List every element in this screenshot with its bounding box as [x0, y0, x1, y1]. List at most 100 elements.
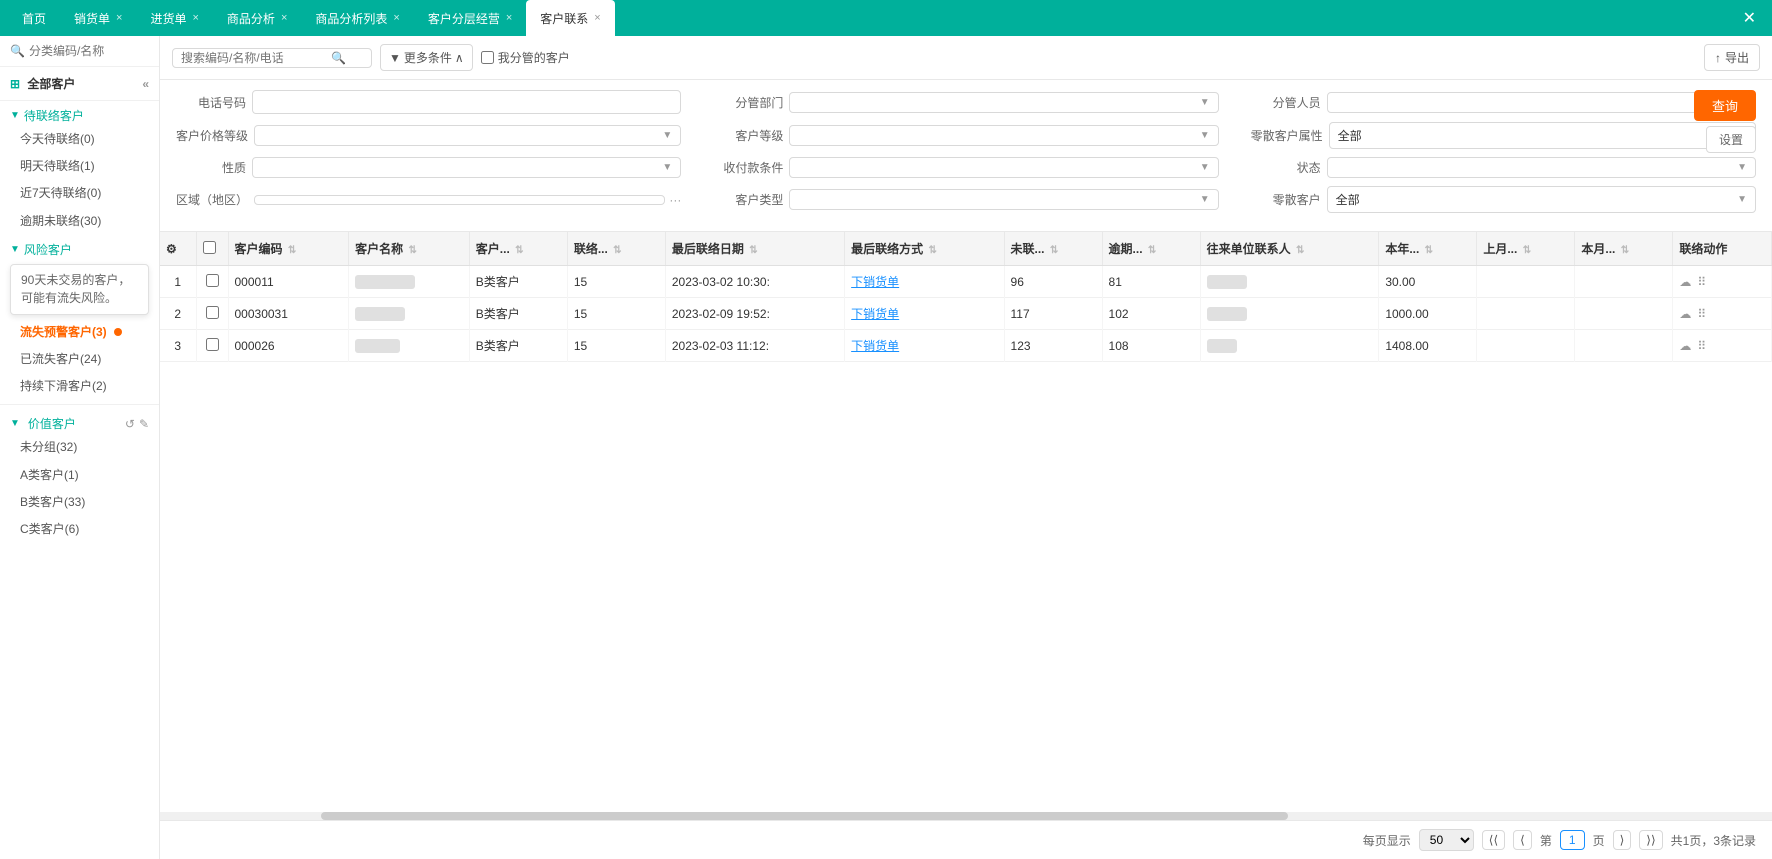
- next-page-button[interactable]: ⟩: [1613, 830, 1632, 850]
- sidebar-item-7days[interactable]: 近7天待联络(0): [0, 180, 159, 207]
- sidebar-item-a-class[interactable]: A类客户(1): [0, 462, 159, 489]
- sort-icon-not-contacted: ⇅: [1050, 245, 1058, 256]
- settings-button[interactable]: 设置: [1706, 126, 1756, 153]
- sidebar-search-input[interactable]: [29, 44, 160, 58]
- window-close-button[interactable]: ✕: [1735, 4, 1764, 32]
- phone-input[interactable]: [252, 90, 681, 114]
- th-last-contact-date[interactable]: 最后联络日期 ⇅: [665, 232, 844, 266]
- tab-purchase-close[interactable]: ×: [192, 12, 198, 24]
- row-last-month: [1477, 266, 1575, 298]
- tab-product-list-close[interactable]: ×: [393, 12, 399, 24]
- risk-tooltip: 90天未交易的客户，可能有流失风险。: [10, 264, 149, 315]
- action-chat-icon[interactable]: ☁: [1679, 307, 1691, 321]
- sidebar-item-churned[interactable]: 已流失客户(24): [0, 346, 159, 373]
- th-code[interactable]: 客户编码 ⇅: [228, 232, 349, 266]
- tab-customer-layer-close[interactable]: ×: [506, 12, 512, 24]
- customer-grade-select[interactable]: ▼: [789, 125, 1218, 146]
- collapse-icon[interactable]: «: [142, 77, 149, 91]
- tab-sales-close[interactable]: ×: [116, 12, 122, 24]
- row-company-contacts: [1200, 298, 1379, 330]
- region-select[interactable]: [254, 195, 665, 205]
- row-contacts: 15: [567, 298, 665, 330]
- tab-customer-contact[interactable]: 客户联系 ×: [526, 0, 614, 36]
- settings-icon[interactable]: ⚙: [166, 242, 177, 256]
- row-last-contact-method[interactable]: 下销货单: [845, 298, 1004, 330]
- sidebar-item-b-class[interactable]: B类客户(33): [0, 489, 159, 516]
- row-code: 000011: [228, 266, 349, 298]
- gender-select[interactable]: ▼: [252, 157, 681, 178]
- last-page-button[interactable]: ⟩⟩: [1639, 830, 1662, 850]
- price-grade-select[interactable]: ▼: [254, 125, 681, 146]
- th-contacts[interactable]: 联络... ⇅: [567, 232, 665, 266]
- retail-attr-select[interactable]: 全部 ▼: [1329, 122, 1756, 149]
- sidebar-item-c-class[interactable]: C类客户(6): [0, 516, 159, 543]
- customer-type-select[interactable]: ▼: [789, 189, 1218, 210]
- action-more-icon[interactable]: ⠿: [1697, 339, 1706, 353]
- sidebar-item-today[interactable]: 今天待联络(0): [0, 126, 159, 153]
- tab-product-analysis-close[interactable]: ×: [281, 12, 287, 24]
- payment-select[interactable]: ▼: [789, 157, 1218, 178]
- th-this-year[interactable]: 本年... ⇅: [1379, 232, 1477, 266]
- th-this-month[interactable]: 本月... ⇅: [1575, 232, 1673, 266]
- tab-customer-layer[interactable]: 客户分层经营 ×: [414, 0, 526, 36]
- first-page-button[interactable]: ⟨⟨: [1482, 830, 1505, 850]
- search-input[interactable]: [181, 51, 331, 65]
- row-action[interactable]: ☁ ⠿: [1673, 330, 1772, 362]
- action-chat-icon[interactable]: ☁: [1679, 339, 1691, 353]
- manager-select[interactable]: ▼: [1327, 92, 1740, 113]
- sidebar-item-tomorrow[interactable]: 明天待联络(1): [0, 153, 159, 180]
- sidebar-group-pending[interactable]: ▼ 待联络客户: [0, 101, 159, 126]
- row-action[interactable]: ☁ ⠿: [1673, 266, 1772, 298]
- th-name[interactable]: 客户名称 ⇅: [349, 232, 470, 266]
- more-conditions-button[interactable]: ▼ 更多条件 ∧: [380, 44, 473, 71]
- refresh-icon[interactable]: ↺: [125, 417, 135, 431]
- tab-purchase[interactable]: 进货单 ×: [136, 0, 212, 36]
- search-icon[interactable]: 🔍: [331, 51, 346, 65]
- sidebar-item-declining[interactable]: 持续下滑客户(2): [0, 373, 159, 400]
- sidebar-root[interactable]: ⊞ 全部客户 «: [0, 67, 159, 101]
- scrollbar-thumb[interactable]: [321, 812, 1288, 820]
- row-action[interactable]: ☁ ⠿: [1673, 298, 1772, 330]
- sidebar-group-risk[interactable]: ▼ 风险客户: [0, 235, 159, 260]
- tab-product-analysis[interactable]: 商品分析 ×: [213, 0, 301, 36]
- export-button[interactable]: ↑ 导出: [1704, 44, 1760, 71]
- th-not-contacted[interactable]: 未联... ⇅: [1004, 232, 1102, 266]
- prev-page-button[interactable]: ⟨: [1513, 830, 1532, 850]
- tab-product-list[interactable]: 商品分析列表 ×: [301, 0, 413, 36]
- row-select-1[interactable]: [206, 306, 219, 319]
- th-type[interactable]: 客户... ⇅: [469, 232, 567, 266]
- select-all-checkbox[interactable]: [203, 241, 216, 254]
- edit-icon[interactable]: ✎: [139, 417, 149, 431]
- sort-icon-name: ⇅: [409, 245, 417, 256]
- table-row: 1 000011 B类客户 15 2023-03-02 10:30: 下销货单 …: [160, 266, 1772, 298]
- sidebar-item-overdue[interactable]: 逾期未联络(30): [0, 208, 159, 235]
- row-select-2[interactable]: [206, 338, 219, 351]
- row-last-contact-method[interactable]: 下销货单: [845, 330, 1004, 362]
- action-more-icon[interactable]: ⠿: [1697, 275, 1706, 289]
- tab-customer-contact-close[interactable]: ×: [594, 12, 600, 24]
- row-select-0[interactable]: [206, 274, 219, 287]
- sidebar-group-value[interactable]: ▼ 价值客户 ↺ ✎: [0, 409, 159, 434]
- my-customers-checkbox[interactable]: 我分管的客户: [481, 49, 570, 66]
- th-last-month[interactable]: 上月... ⇅: [1477, 232, 1575, 266]
- action-chat-icon[interactable]: ☁: [1679, 275, 1691, 289]
- sidebar-item-ungroup[interactable]: 未分组(32): [0, 434, 159, 461]
- th-last-contact-method[interactable]: 最后联络方式 ⇅: [845, 232, 1004, 266]
- status-select[interactable]: ▼: [1327, 157, 1756, 178]
- region-more[interactable]: ···: [669, 193, 681, 207]
- horizontal-scrollbar[interactable]: [160, 812, 1772, 820]
- per-page-select[interactable]: 50 100 200: [1419, 829, 1474, 851]
- action-more-icon[interactable]: ⠿: [1697, 307, 1706, 321]
- query-button[interactable]: 查询: [1694, 90, 1756, 121]
- sort-icon-overdue: ⇅: [1148, 245, 1156, 256]
- tab-sales[interactable]: 销货单 ×: [60, 0, 136, 36]
- dept-select[interactable]: ▼: [789, 92, 1218, 113]
- pagination-bar: 每页显示 50 100 200 ⟨⟨ ⟨ 第 1 页 ⟩ ⟩⟩ 共1页，3条记录: [160, 820, 1772, 859]
- tab-home[interactable]: 首页: [8, 0, 60, 36]
- th-overdue[interactable]: 逾期... ⇅: [1102, 232, 1200, 266]
- sidebar-item-churn-warning[interactable]: 流失预警客户(3): [0, 319, 159, 346]
- row-last-contact-method[interactable]: 下销货单: [845, 266, 1004, 298]
- th-company-contacts[interactable]: 往来单位联系人 ⇅: [1200, 232, 1379, 266]
- retail-customer-select[interactable]: 全部 ▼: [1327, 186, 1756, 213]
- my-customers-check[interactable]: [481, 51, 494, 64]
